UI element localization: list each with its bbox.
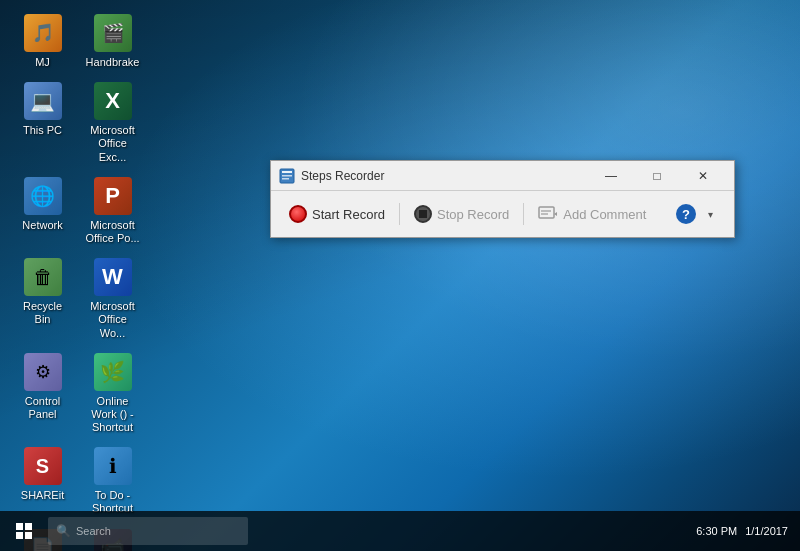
desktop-icon-mj[interactable]: 🎵 MJ (10, 10, 75, 73)
shareit-label: SHAREit (21, 489, 64, 502)
stop-icon (414, 205, 432, 223)
onlinework-label: Online Work () - Shortcut (84, 395, 141, 435)
start-button[interactable] (0, 511, 48, 551)
taskbar: 🔍 Search 6:30 PM 1/1/2017 (0, 511, 800, 551)
shareit-icon: S (24, 447, 62, 485)
desktop-icon-word[interactable]: W Microsoft Office Wo... (80, 254, 145, 344)
powerpoint-label: Microsoft Office Po... (84, 219, 141, 245)
dropdown-button[interactable]: ▾ (704, 198, 724, 230)
network-icon: 🌐 (24, 177, 62, 215)
help-button[interactable]: ? (672, 198, 700, 230)
windows-logo-icon (16, 523, 32, 539)
help-icon: ? (676, 204, 696, 224)
start-record-label: Start Record (312, 207, 385, 222)
thispc-label: This PC (23, 124, 62, 137)
icon-row-1: 🎵 MJ 🎬 Handbrake (10, 10, 145, 73)
stop-record-button[interactable]: Stop Record (406, 198, 517, 230)
desktop-icon-onlinework[interactable]: 🌿 Online Work () - Shortcut (80, 349, 145, 439)
powerpoint-icon: P (94, 177, 132, 215)
desktop-icon-controlpanel[interactable]: ⚙ Control Panel (10, 349, 75, 439)
excel-icon: X (94, 82, 132, 120)
desktop-icon-handbrake[interactable]: 🎬 Handbrake (80, 10, 145, 73)
handbrake-label: Handbrake (86, 56, 140, 69)
window-title: Steps Recorder (301, 169, 588, 183)
mj-label: MJ (35, 56, 50, 69)
taskbar-search[interactable]: 🔍 Search (48, 517, 248, 545)
todo-icon: ℹ (94, 447, 132, 485)
icon-row-5: ⚙ Control Panel 🌿 Online Work () - Short… (10, 349, 145, 439)
desktop-icon-powerpoint[interactable]: P Microsoft Office Po... (80, 173, 145, 249)
steps-recorder-window: Steps Recorder — □ ✕ Start Record Stop R… (270, 160, 735, 238)
start-record-button[interactable]: Start Record (281, 198, 393, 230)
dropdown-arrow-icon: ▾ (708, 209, 713, 220)
maximize-button[interactable]: □ (634, 161, 680, 191)
steps-recorder-icon (279, 168, 295, 184)
toolbar-separator-1 (399, 203, 400, 225)
controlpanel-label: Control Panel (14, 395, 71, 421)
thispc-icon: 💻 (24, 82, 62, 120)
onlinework-icon: 🌿 (94, 353, 132, 391)
mj-icon: 🎵 (24, 14, 62, 52)
desktop-icon-thispc[interactable]: 💻 This PC (10, 78, 75, 168)
icon-row-2: 💻 This PC X Microsoft Office Exc... (10, 78, 145, 168)
record-icon (289, 205, 307, 223)
network-label: Network (22, 219, 62, 232)
window-toolbar: Start Record Stop Record Add Comment (271, 191, 734, 237)
svg-rect-1 (282, 171, 292, 173)
icon-row-3: 🌐 Network P Microsoft Office Po... (10, 173, 145, 249)
search-placeholder: Search (76, 525, 111, 537)
taskbar-date: 1/1/2017 (745, 525, 788, 537)
desktop: 🎵 MJ 🎬 Handbrake 💻 This PC X Microsoft O (0, 0, 800, 551)
recyclebin-label: Recycle Bin (14, 300, 71, 326)
window-controls: — □ ✕ (588, 161, 726, 191)
svg-rect-2 (282, 175, 292, 177)
word-icon: W (94, 258, 132, 296)
stop-record-label: Stop Record (437, 207, 509, 222)
word-label: Microsoft Office Wo... (84, 300, 141, 340)
svg-rect-4 (539, 207, 554, 218)
desktop-icon-network[interactable]: 🌐 Network (10, 173, 75, 249)
add-comment-label: Add Comment (563, 207, 646, 222)
desktop-icon-shareit[interactable]: S SHAREit (10, 443, 75, 519)
desktop-icons: 🎵 MJ 🎬 Handbrake 💻 This PC X Microsoft O (10, 10, 145, 551)
controlpanel-icon: ⚙ (24, 353, 62, 391)
close-button[interactable]: ✕ (680, 161, 726, 191)
excel-label: Microsoft Office Exc... (84, 124, 141, 164)
desktop-icon-todo[interactable]: ℹ To Do - Shortcut (80, 443, 145, 519)
icon-row-6: S SHAREit ℹ To Do - Shortcut (10, 443, 145, 519)
icon-row-4: 🗑 Recycle Bin W Microsoft Office Wo... (10, 254, 145, 344)
desktop-icon-recyclebin[interactable]: 🗑 Recycle Bin (10, 254, 75, 344)
desktop-icon-excel[interactable]: X Microsoft Office Exc... (80, 78, 145, 168)
svg-rect-3 (282, 178, 289, 180)
taskbar-system-tray: 6:30 PM 1/1/2017 (696, 525, 800, 537)
minimize-button[interactable]: — (588, 161, 634, 191)
toolbar-separator-2 (523, 203, 524, 225)
handbrake-icon: 🎬 (94, 14, 132, 52)
recyclebin-icon: 🗑 (24, 258, 62, 296)
add-comment-button[interactable]: Add Comment (530, 198, 654, 230)
taskbar-time: 6:30 PM (696, 525, 737, 537)
comment-icon (538, 206, 558, 222)
window-titlebar[interactable]: Steps Recorder — □ ✕ (271, 161, 734, 191)
